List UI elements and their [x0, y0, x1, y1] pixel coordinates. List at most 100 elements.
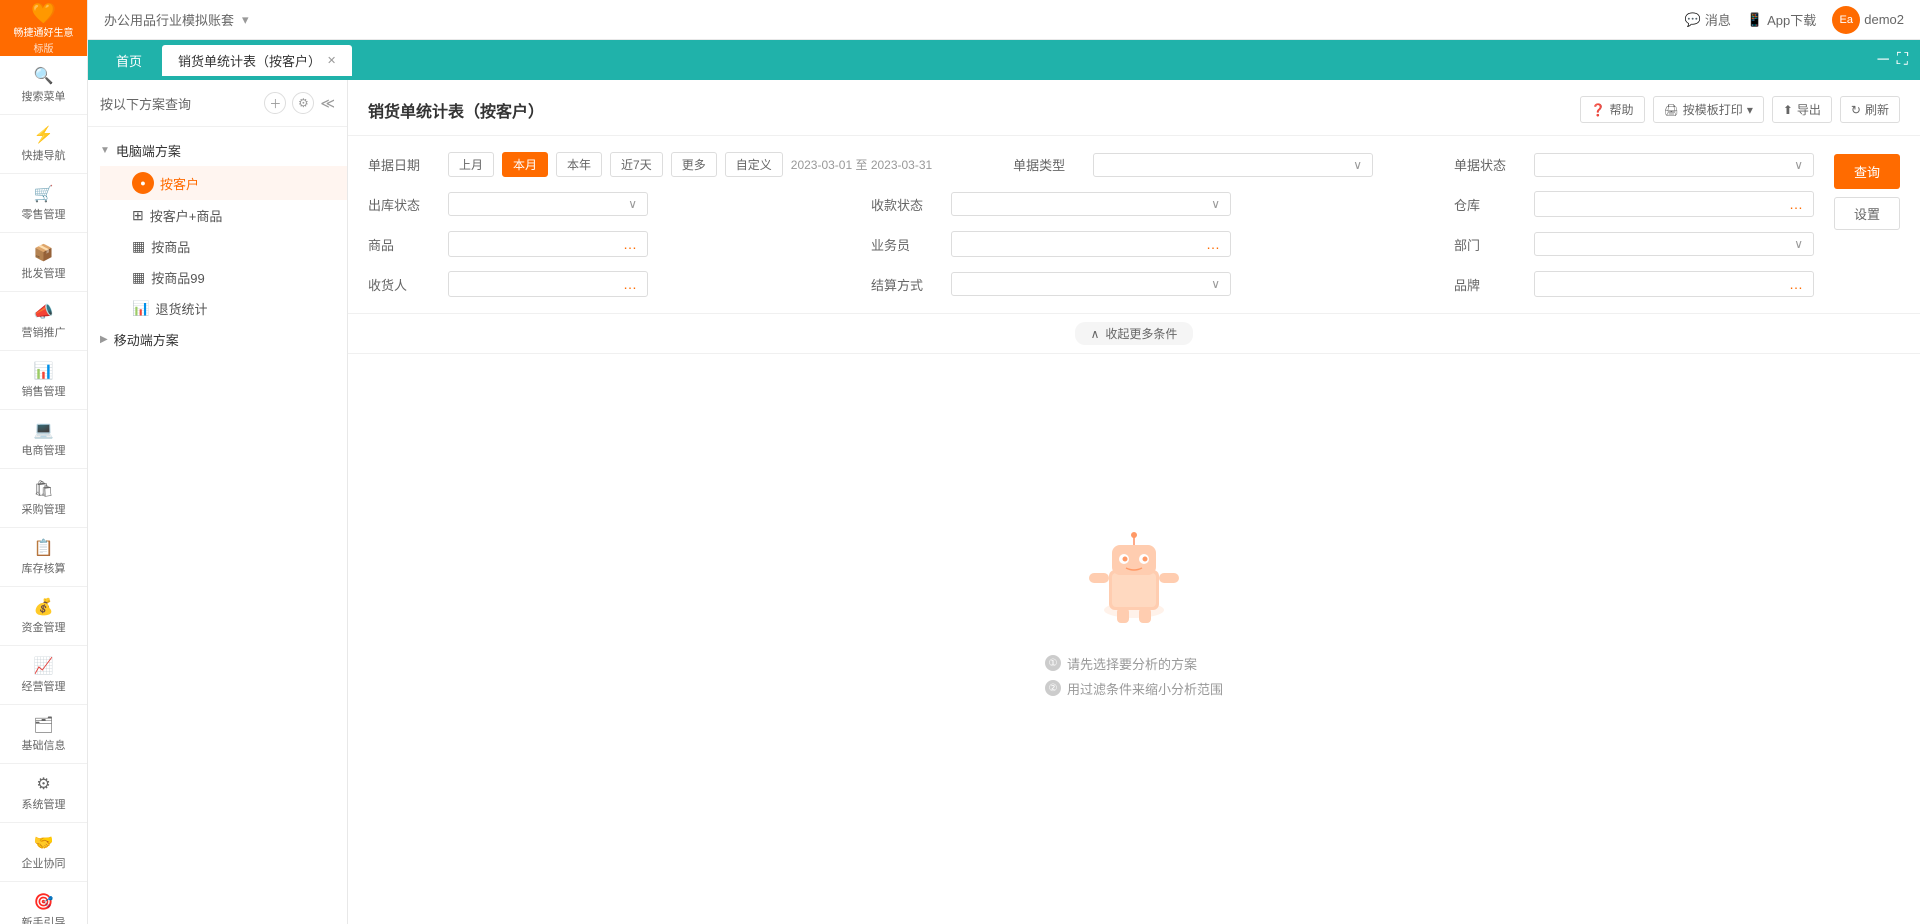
tree-item-icon-4: 📊 — [132, 300, 149, 317]
date-btn-custom[interactable]: 自定义 — [725, 152, 783, 177]
settings-scheme-btn[interactable]: ⚙ — [292, 92, 314, 114]
tab-close-icon[interactable]: ✕ — [327, 54, 336, 67]
export-btn[interactable]: ⬆ 导出 — [1772, 96, 1832, 123]
empty-tip-1: ① 请先选择要分析的方案 — [1045, 654, 1223, 673]
tree-item-by-goods99[interactable]: ▦ 按商品99 — [100, 262, 347, 293]
settlement-chevron-icon: ∨ — [1211, 277, 1220, 291]
tabbar: 首页 销货单统计表（按客户） ✕ ─ ⛶ — [88, 40, 1920, 80]
sidebar-icon-1: ⚡ — [34, 125, 54, 145]
goods-input[interactable]: … — [448, 231, 648, 257]
print-label: 按模板打印 — [1683, 101, 1743, 118]
sidebar-item-4[interactable]: 📣营销推广 — [0, 292, 88, 351]
sidebar-item-12[interactable]: ⚙系统管理 — [0, 764, 88, 823]
sidebar-logo[interactable]: 🧡 畅捷通好生意 标版 — [0, 0, 88, 56]
sidebar-item-10[interactable]: 📈经营管理 — [0, 646, 88, 705]
filter-row-3: 商品 … 业务员 … 部门 — [368, 231, 1814, 257]
sidebar-item-7[interactable]: 🛍采购管理 — [0, 469, 88, 528]
tree-item-by-customer[interactable]: ● 按客户 — [100, 166, 347, 200]
refresh-btn[interactable]: ↻ 刷新 — [1840, 96, 1900, 123]
sidebar-icon-3: 📦 — [34, 243, 54, 263]
topbar: 办公用品行业模拟账套 ▾ 💬 消息 📱 App下载 Ea demo2 — [88, 0, 1920, 40]
help-label: 帮助 — [1610, 101, 1634, 118]
type-chevron-icon: ∨ — [1353, 158, 1362, 172]
settlement-select[interactable]: ∨ — [951, 272, 1231, 296]
collapse-bar[interactable]: ∧ 收起更多条件 — [348, 314, 1920, 354]
collapse-bar-inner: ∧ 收起更多条件 — [1075, 322, 1194, 345]
help-btn[interactable]: ❓ 帮助 — [1580, 96, 1645, 123]
collapse-panel-btn[interactable]: ≪ — [320, 95, 335, 112]
tab-sales-stats-label: 销货单统计表（按客户） — [178, 51, 321, 70]
tip-text-2: 用过滤条件来缩小分析范围 — [1067, 679, 1223, 698]
sidebar-item-13[interactable]: 🤝企业协同 — [0, 823, 88, 882]
tree-item-by-goods[interactable]: ▦ 按商品 — [100, 231, 347, 262]
dept-chevron-icon: ∨ — [1794, 237, 1803, 251]
query-btn[interactable]: 查询 — [1834, 154, 1900, 189]
tree-item-return-stats-label: 退货统计 — [155, 299, 207, 318]
status-chevron-icon: ∨ — [1794, 158, 1803, 172]
date-btn-last-month[interactable]: 上月 — [448, 152, 494, 177]
dept-select[interactable]: ∨ — [1534, 232, 1814, 256]
add-scheme-btn[interactable]: ＋ — [264, 92, 286, 114]
download-label: App下载 — [1767, 10, 1816, 29]
recipient-label: 收货人 — [368, 275, 428, 294]
recipient-input[interactable]: … — [448, 271, 648, 297]
tab-sales-stats[interactable]: 销货单统计表（按客户） ✕ — [162, 45, 352, 76]
empty-tip-2: ② 用过滤条件来缩小分析范围 — [1045, 679, 1223, 698]
brand-input[interactable]: … — [1534, 271, 1814, 297]
left-panel-title: 按以下方案查询 — [100, 94, 191, 113]
out-status-chevron-icon: ∨ — [628, 197, 637, 211]
sidebar-icon-10: 📈 — [34, 656, 54, 676]
tab-minimize-icon[interactable]: ─ — [1877, 51, 1888, 69]
export-icon: ⬆ — [1783, 103, 1793, 117]
warehouse-input[interactable]: … — [1534, 191, 1814, 217]
salesman-dots-icon[interactable]: … — [1206, 236, 1220, 252]
type-select[interactable]: ∨ — [1093, 153, 1373, 177]
date-btn-7days[interactable]: 近7天 — [610, 152, 663, 177]
app-download-btn[interactable]: 📱 App下载 — [1747, 10, 1816, 29]
status-label: 单据状态 — [1454, 155, 1514, 174]
date-btn-this-month[interactable]: 本月 — [502, 152, 548, 177]
query-buttons: 查询 设置 — [1834, 152, 1900, 230]
sidebar-item-6[interactable]: 💻电商管理 — [0, 410, 88, 469]
settings-btn[interactable]: 设置 — [1834, 197, 1900, 230]
sidebar-item-8[interactable]: 📋库存核算 — [0, 528, 88, 587]
sidebar-item-5[interactable]: 📊销售管理 — [0, 351, 88, 410]
sidebar-item-14[interactable]: 🎯新手引导 — [0, 882, 88, 924]
goods-dots-icon[interactable]: … — [623, 236, 637, 252]
sidebar-item-2[interactable]: 🛒零售管理 — [0, 174, 88, 233]
filter-row-2: 出库状态 ∨ 收款状态 ∨ 仓库 — [368, 191, 1814, 217]
sidebar-item-3[interactable]: 📦批发管理 — [0, 233, 88, 292]
sidebar-icon-9: 💰 — [34, 597, 54, 617]
empty-state: ① 请先选择要分析的方案 ② 用过滤条件来缩小分析范围 — [348, 354, 1920, 924]
tree-group-desktop-header[interactable]: ▼ 电脑端方案 — [88, 135, 347, 166]
sidebar-label-4: 营销推广 — [22, 324, 66, 340]
brand-dots-icon[interactable]: … — [1789, 276, 1803, 292]
status-select[interactable]: ∨ — [1534, 153, 1814, 177]
collection-select[interactable]: ∨ — [951, 192, 1231, 216]
left-panel-actions: ＋ ⚙ ≪ — [264, 92, 335, 114]
tab-maximize-icon[interactable]: ⛶ — [1897, 51, 1908, 69]
sidebar-item-0[interactable]: 🔍搜索菜单 — [0, 56, 88, 115]
sidebar-item-11[interactable]: 🗂基础信息 — [0, 705, 88, 764]
date-btn-more[interactable]: 更多 — [671, 152, 717, 177]
dept-label: 部门 — [1454, 235, 1514, 254]
user-menu[interactable]: Ea demo2 — [1832, 6, 1904, 34]
out-status-select[interactable]: ∨ — [448, 192, 648, 216]
message-btn[interactable]: 💬 消息 — [1685, 10, 1731, 29]
recipient-dots-icon[interactable]: … — [623, 276, 637, 292]
sidebar-icon-5: 📊 — [34, 361, 54, 381]
tree-item-return-stats[interactable]: 📊 退货统计 — [100, 293, 347, 324]
sidebar-item-1[interactable]: ⚡快捷导航 — [0, 115, 88, 174]
industry-dropdown-icon[interactable]: ▾ — [242, 12, 249, 28]
warehouse-dots-icon[interactable]: … — [1789, 196, 1803, 212]
logo-text: 畅捷通好生意 — [14, 28, 74, 40]
tree-item-icon-3: ▦ — [132, 269, 145, 286]
tree-item-by-customer-goods[interactable]: ⊞ 按客户+商品 — [100, 200, 347, 231]
date-btn-this-year[interactable]: 本年 — [556, 152, 602, 177]
print-btn[interactable]: 🖨 按模板打印 ▾ — [1653, 96, 1764, 123]
collection-label: 收款状态 — [871, 195, 931, 214]
tree-group-mobile-header[interactable]: ▶ 移动端方案 — [88, 324, 347, 355]
tab-home[interactable]: 首页 — [100, 45, 158, 76]
sidebar-item-9[interactable]: 💰资金管理 — [0, 587, 88, 646]
salesman-input[interactable]: … — [951, 231, 1231, 257]
